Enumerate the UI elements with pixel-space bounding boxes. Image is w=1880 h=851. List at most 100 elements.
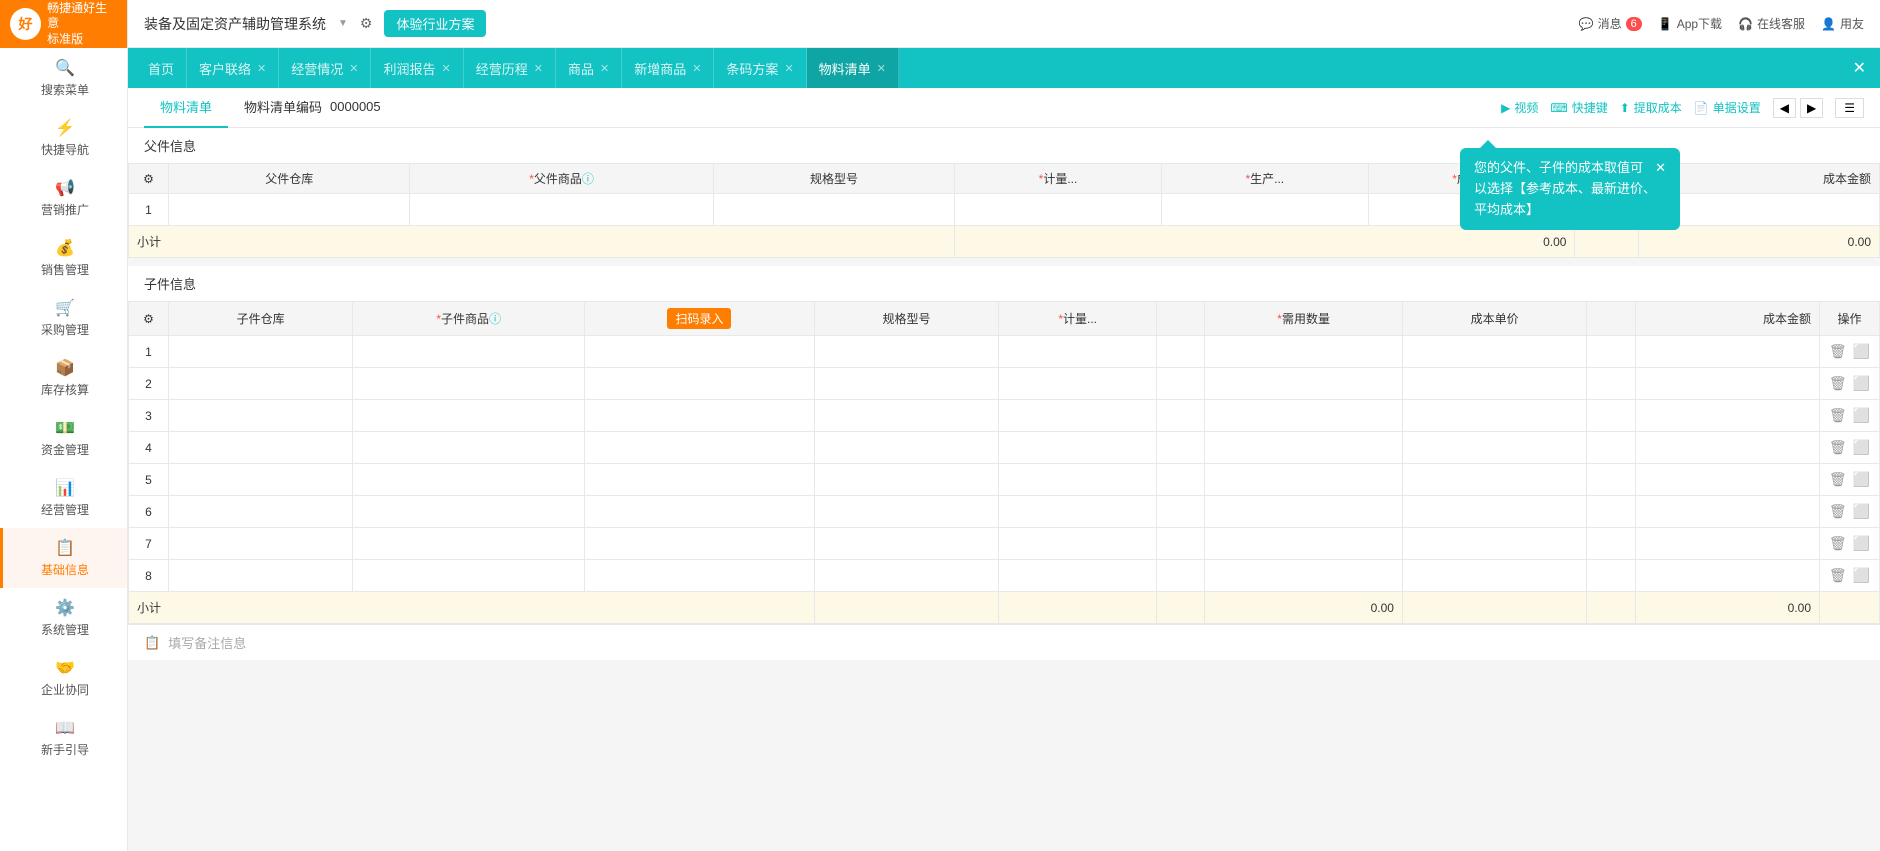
child-row-qty[interactable] bbox=[1205, 432, 1403, 464]
tab-5[interactable]: 商品✕ bbox=[556, 48, 622, 88]
child-row-warehouse[interactable] bbox=[169, 464, 353, 496]
tabs-end-btn[interactable]: ✕ bbox=[1847, 58, 1872, 78]
sidebar-item-5[interactable]: 📦库存核算 bbox=[0, 348, 127, 408]
child-row-unit[interactable] bbox=[999, 560, 1157, 592]
child-row-spec[interactable] bbox=[814, 432, 998, 464]
delete-icon[interactable]: 🗑 bbox=[1829, 439, 1847, 456]
tab-3[interactable]: 利润报告✕ bbox=[371, 48, 463, 88]
sidebar-item-7[interactable]: 📊经营管理 bbox=[0, 468, 127, 528]
view-video-btn[interactable]: ▶ 视频 bbox=[1501, 99, 1538, 116]
nav-prev-btn[interactable]: ◀ bbox=[1773, 98, 1796, 118]
sidebar-item-10[interactable]: 🤝企业协同 bbox=[0, 648, 127, 708]
sub-tab-bom-code[interactable]: 物料清单编码 0000005 bbox=[228, 88, 397, 128]
tab-close-6[interactable]: ✕ bbox=[692, 62, 701, 75]
copy-icon[interactable]: ⬜ bbox=[1853, 535, 1870, 552]
copy-icon[interactable]: ⬜ bbox=[1853, 567, 1870, 584]
child-row-warehouse[interactable] bbox=[169, 528, 353, 560]
child-row-unit[interactable] bbox=[999, 368, 1157, 400]
tab-close-5[interactable]: ✕ bbox=[600, 62, 609, 75]
child-row-qty[interactable] bbox=[1205, 560, 1403, 592]
child-row-warehouse[interactable] bbox=[169, 368, 353, 400]
parent-row-1-warehouse[interactable] bbox=[169, 194, 410, 226]
nav-next-btn[interactable]: ▶ bbox=[1800, 98, 1823, 118]
tab-close-2[interactable]: ✕ bbox=[349, 62, 358, 75]
tooltip-close-btn[interactable]: ✕ bbox=[1655, 158, 1666, 179]
sidebar-item-4[interactable]: 🛒采购管理 bbox=[0, 288, 127, 348]
sidebar-item-8[interactable]: 📋基础信息 bbox=[0, 528, 127, 588]
child-row-spec[interactable] bbox=[814, 496, 998, 528]
tab-close-7[interactable]: ✕ bbox=[784, 62, 793, 75]
tab-0[interactable]: 首页 bbox=[136, 48, 187, 88]
child-row-product[interactable] bbox=[353, 400, 585, 432]
sidebar-item-2[interactable]: 📢营销推广 bbox=[0, 168, 127, 228]
delete-icon[interactable]: 🗑 bbox=[1829, 343, 1847, 360]
child-row-product[interactable] bbox=[353, 496, 585, 528]
parent-row-1-spec[interactable] bbox=[713, 194, 954, 226]
delete-icon[interactable]: 🗑 bbox=[1829, 375, 1847, 392]
child-row-unit-cost[interactable] bbox=[1402, 336, 1586, 368]
app-download-btn[interactable]: 📱 App下载 bbox=[1658, 15, 1722, 32]
single-settings-btn[interactable]: 📄 单据设置 bbox=[1694, 99, 1761, 116]
tab-close-8[interactable]: ✕ bbox=[877, 62, 886, 75]
copy-icon[interactable]: ⬜ bbox=[1853, 439, 1870, 456]
child-row-unit[interactable] bbox=[999, 496, 1157, 528]
child-row-unit-cost[interactable] bbox=[1402, 528, 1586, 560]
tab-8[interactable]: 物料清单✕ bbox=[807, 48, 899, 88]
delete-icon[interactable]: 🗑 bbox=[1829, 471, 1847, 488]
child-row-qty[interactable] bbox=[1205, 400, 1403, 432]
child-row-warehouse[interactable] bbox=[169, 496, 353, 528]
tab-7[interactable]: 条码方案✕ bbox=[714, 48, 806, 88]
message-btn[interactable]: 💬 消息 6 bbox=[1579, 15, 1642, 32]
sidebar-item-11[interactable]: 📖新手引导 bbox=[0, 708, 127, 768]
child-row-unit[interactable] bbox=[999, 400, 1157, 432]
copy-icon[interactable]: ⬜ bbox=[1853, 343, 1870, 360]
extract-cost-btn[interactable]: ⬆ 提取成本 bbox=[1620, 99, 1682, 116]
online-service-btn[interactable]: 🎧 在线客服 bbox=[1738, 15, 1805, 32]
delete-icon[interactable]: 🗑 bbox=[1829, 503, 1847, 520]
child-row-product[interactable] bbox=[353, 368, 585, 400]
tab-6[interactable]: 新增商品✕ bbox=[622, 48, 714, 88]
tab-1[interactable]: 客户联络✕ bbox=[187, 48, 279, 88]
sidebar-item-0[interactable]: 🔍搜索菜单 bbox=[0, 48, 127, 108]
copy-icon[interactable]: ⬜ bbox=[1853, 407, 1870, 424]
sidebar-item-9[interactable]: ⚙️系统管理 bbox=[0, 588, 127, 648]
child-row-unit-cost[interactable] bbox=[1402, 560, 1586, 592]
sys-dropdown-arrow[interactable]: ▼ bbox=[338, 18, 348, 29]
parent-col-settings[interactable]: ⚙ bbox=[129, 164, 169, 194]
child-row-unit-cost[interactable] bbox=[1402, 400, 1586, 432]
child-row-unit-cost[interactable] bbox=[1402, 368, 1586, 400]
settings-gear-btn[interactable]: ⚙ bbox=[360, 15, 373, 32]
user-btn[interactable]: 👤 用友 bbox=[1821, 15, 1864, 32]
grid-view-btn[interactable]: ☰ bbox=[1835, 98, 1864, 118]
child-row-product[interactable] bbox=[353, 560, 585, 592]
shortcut-btn[interactable]: ⌨ 快捷键 bbox=[1550, 99, 1607, 116]
child-row-unit-cost[interactable] bbox=[1402, 464, 1586, 496]
child-row-product[interactable] bbox=[353, 336, 585, 368]
sidebar-item-6[interactable]: 💵资金管理 bbox=[0, 408, 127, 468]
child-row-unit[interactable] bbox=[999, 336, 1157, 368]
child-row-unit[interactable] bbox=[999, 464, 1157, 496]
child-row-warehouse[interactable] bbox=[169, 400, 353, 432]
sub-tab-bill-of-materials[interactable]: 物料清单 bbox=[144, 88, 228, 128]
delete-icon[interactable]: 🗑 bbox=[1829, 567, 1847, 584]
copy-icon[interactable]: ⬜ bbox=[1853, 375, 1870, 392]
child-row-warehouse[interactable] bbox=[169, 336, 353, 368]
child-col-settings[interactable]: ⚙ bbox=[129, 302, 169, 336]
parent-row-1-product[interactable] bbox=[410, 194, 713, 226]
child-row-qty[interactable] bbox=[1205, 528, 1403, 560]
delete-icon[interactable]: 🗑 bbox=[1829, 535, 1847, 552]
parent-row-1-produce[interactable] bbox=[1161, 194, 1368, 226]
tab-4[interactable]: 经营历程✕ bbox=[464, 48, 556, 88]
child-row-spec[interactable] bbox=[814, 400, 998, 432]
child-col-scan[interactable]: 扫码录入 bbox=[585, 302, 815, 336]
child-row-spec[interactable] bbox=[814, 368, 998, 400]
child-row-product[interactable] bbox=[353, 432, 585, 464]
child-row-spec[interactable] bbox=[814, 464, 998, 496]
child-row-warehouse[interactable] bbox=[169, 432, 353, 464]
sidebar-item-1[interactable]: ⚡快捷导航 bbox=[0, 108, 127, 168]
child-row-qty[interactable] bbox=[1205, 336, 1403, 368]
child-row-qty[interactable] bbox=[1205, 368, 1403, 400]
child-row-unit-cost[interactable] bbox=[1402, 496, 1586, 528]
copy-icon[interactable]: ⬜ bbox=[1853, 503, 1870, 520]
tab-close-3[interactable]: ✕ bbox=[442, 62, 451, 75]
